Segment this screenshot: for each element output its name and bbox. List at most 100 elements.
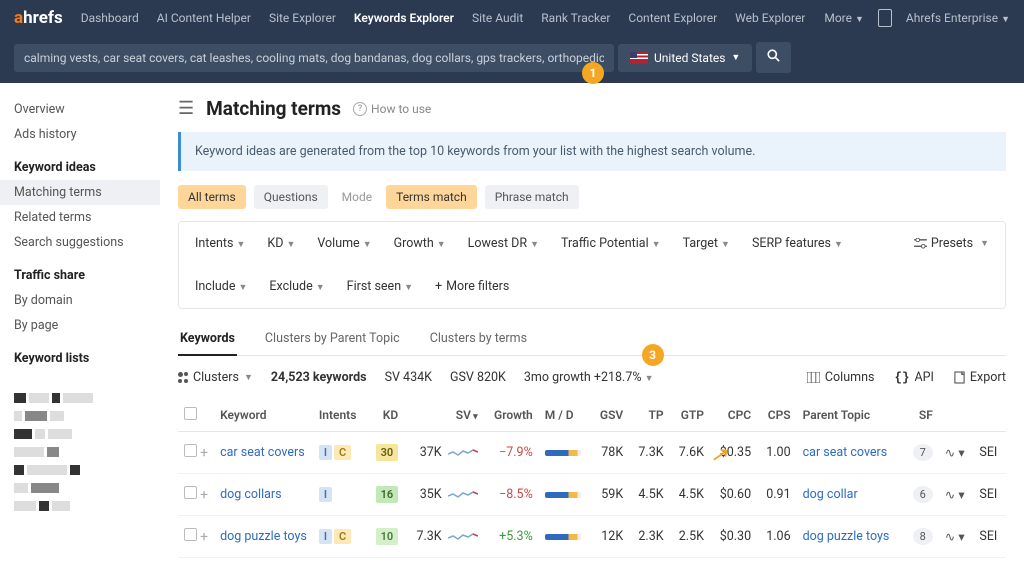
nav-ai-content[interactable]: AI Content Helper bbox=[157, 11, 251, 25]
tab-all-terms[interactable]: All terms bbox=[178, 185, 246, 209]
nav-more[interactable]: More ▼ bbox=[824, 11, 864, 25]
col-sv[interactable]: SV ▾ bbox=[404, 399, 484, 432]
gsv-value: 78K bbox=[591, 432, 629, 474]
parent-topic-link[interactable]: dog puzzle toys bbox=[803, 529, 890, 544]
row-checkbox[interactable] bbox=[184, 486, 197, 499]
parent-topic-link[interactable]: car seat covers bbox=[803, 445, 888, 460]
export-button[interactable]: Export bbox=[954, 370, 1006, 385]
results-tab-parent[interactable]: Clusters by Parent Topic bbox=[263, 323, 402, 355]
filter-include[interactable]: Include▼ bbox=[195, 279, 247, 294]
col-parent[interactable]: Parent Topic bbox=[797, 399, 904, 432]
account-menu[interactable]: Ahrefs Enterprise ▼ bbox=[906, 11, 1010, 25]
col-keyword[interactable]: Keyword bbox=[214, 399, 313, 432]
sidebar-search-suggestions[interactable]: Search suggestions bbox=[14, 230, 146, 255]
nav-web-explorer[interactable]: Web Explorer bbox=[735, 11, 805, 25]
cps-value: 0.91 bbox=[757, 474, 797, 516]
last-col: SEI bbox=[973, 474, 1006, 516]
gtp-value: 7.6K bbox=[670, 432, 710, 474]
sf-badge: 8 bbox=[913, 528, 933, 545]
col-cps[interactable]: CPS bbox=[757, 399, 797, 432]
sparkline-icon bbox=[448, 530, 478, 544]
keyword-search-input[interactable] bbox=[14, 44, 614, 72]
sidebar-related-terms[interactable]: Related terms bbox=[14, 205, 146, 230]
col-sf[interactable]: SF bbox=[904, 399, 939, 432]
kd-badge: 30 bbox=[376, 444, 399, 461]
annotation-1: 1 bbox=[582, 62, 604, 84]
filter-lowest-dr[interactable]: Lowest DR▼ bbox=[468, 236, 539, 251]
filter-intents[interactable]: Intents▼ bbox=[195, 236, 245, 251]
col-intents[interactable]: Intents bbox=[313, 399, 367, 432]
tab-phrase-match[interactable]: Phrase match bbox=[485, 185, 579, 209]
col-growth[interactable]: Growth bbox=[484, 399, 539, 432]
md-bar bbox=[545, 534, 581, 540]
col-tp[interactable]: TP bbox=[629, 399, 669, 432]
select-all-checkbox[interactable] bbox=[184, 407, 197, 420]
filter-exclude[interactable]: Exclude▼ bbox=[269, 279, 324, 294]
row-checkbox[interactable] bbox=[184, 444, 197, 457]
cps-value: 1.00 bbox=[757, 432, 797, 474]
sidebar-by-page[interactable]: By page bbox=[14, 313, 146, 338]
sidebar-matching-terms[interactable]: Matching terms bbox=[0, 180, 160, 205]
filter-target[interactable]: Target▼ bbox=[683, 236, 730, 251]
presets-button[interactable]: Presets▼ bbox=[914, 236, 989, 251]
filter-growth[interactable]: Growth▼ bbox=[394, 236, 446, 251]
menu-icon[interactable]: ☰ bbox=[178, 98, 194, 119]
tab-terms-match[interactable]: Terms match bbox=[386, 185, 477, 209]
parent-topic-link[interactable]: dog collar bbox=[803, 487, 858, 502]
results-tab-terms[interactable]: Clusters by terms bbox=[428, 323, 529, 355]
filter-first-seen[interactable]: First seen▼ bbox=[347, 279, 413, 294]
trend-icon[interactable]: ∿ ▾ bbox=[945, 446, 965, 461]
filter-traffic-potential[interactable]: Traffic Potential▼ bbox=[561, 236, 661, 251]
gtp-value: 2.5K bbox=[670, 516, 710, 558]
filter-serp-features[interactable]: SERP features▼ bbox=[752, 236, 843, 251]
country-selector[interactable]: United States ▼ bbox=[618, 44, 752, 72]
col-cpc[interactable]: CPC bbox=[710, 399, 757, 432]
intent-badge: I bbox=[319, 529, 332, 544]
how-to-use-link[interactable]: ? How to use bbox=[353, 102, 431, 116]
columns-button[interactable]: Columns bbox=[807, 370, 875, 385]
nav-dashboard[interactable]: Dashboard bbox=[81, 11, 139, 25]
trend-icon[interactable]: ∿ ▾ bbox=[945, 488, 965, 503]
nav-site-audit[interactable]: Site Audit bbox=[472, 11, 523, 25]
row-checkbox[interactable] bbox=[184, 528, 197, 541]
filter-kd[interactable]: KD▼ bbox=[267, 236, 295, 251]
nav-keywords-explorer[interactable]: Keywords Explorer bbox=[354, 11, 454, 25]
sidebar-overview[interactable]: Overview bbox=[14, 97, 146, 122]
logo[interactable]: ahrefs bbox=[14, 8, 63, 28]
sidebar-ads-history[interactable]: Ads history bbox=[14, 122, 146, 147]
device-icon[interactable] bbox=[878, 9, 892, 27]
col-md[interactable]: M / D bbox=[539, 399, 591, 432]
more-filters-button[interactable]: + More filters bbox=[435, 279, 509, 294]
stat-growth[interactable]: 3mo growth +218.7% ▼ 3 bbox=[524, 370, 654, 385]
trend-icon[interactable]: ∿ ▾ bbox=[945, 530, 965, 545]
expand-icon[interactable]: + bbox=[200, 487, 208, 503]
keyword-link[interactable]: car seat covers bbox=[220, 445, 305, 460]
sliders-icon bbox=[914, 238, 927, 249]
col-gtp[interactable]: GTP bbox=[670, 399, 710, 432]
nav-rank-tracker[interactable]: Rank Tracker bbox=[541, 11, 610, 25]
intent-badge: I bbox=[319, 445, 332, 460]
search-button[interactable] bbox=[756, 42, 791, 73]
page-title: Matching terms bbox=[206, 97, 341, 120]
results-tab-keywords[interactable]: Keywords bbox=[178, 323, 237, 356]
columns-icon bbox=[807, 372, 820, 383]
expand-icon[interactable]: + bbox=[200, 529, 208, 545]
keyword-link[interactable]: dog collars bbox=[220, 487, 282, 502]
nav-content-explorer[interactable]: Content Explorer bbox=[628, 11, 717, 25]
filter-volume[interactable]: Volume▼ bbox=[317, 236, 371, 251]
api-button[interactable]: {} API bbox=[894, 370, 933, 385]
nav-site-explorer[interactable]: Site Explorer bbox=[269, 11, 336, 25]
keyword-link[interactable]: dog puzzle toys bbox=[220, 529, 307, 544]
tab-questions[interactable]: Questions bbox=[254, 185, 328, 209]
sparkline-icon bbox=[448, 446, 478, 460]
clusters-button[interactable]: Clusters ▼ bbox=[178, 370, 253, 385]
col-kd[interactable]: KD bbox=[367, 399, 405, 432]
kd-badge: 10 bbox=[376, 528, 399, 545]
expand-icon[interactable]: + bbox=[200, 445, 208, 461]
clusters-icon bbox=[178, 372, 188, 383]
col-gsv[interactable]: GSV bbox=[591, 399, 629, 432]
cpc-value: $0.60 bbox=[710, 474, 757, 516]
sidebar: Overview Ads history Keyword ideas Match… bbox=[0, 83, 160, 572]
sv-value: 7.3K bbox=[416, 529, 441, 544]
sidebar-by-domain[interactable]: By domain bbox=[14, 288, 146, 313]
